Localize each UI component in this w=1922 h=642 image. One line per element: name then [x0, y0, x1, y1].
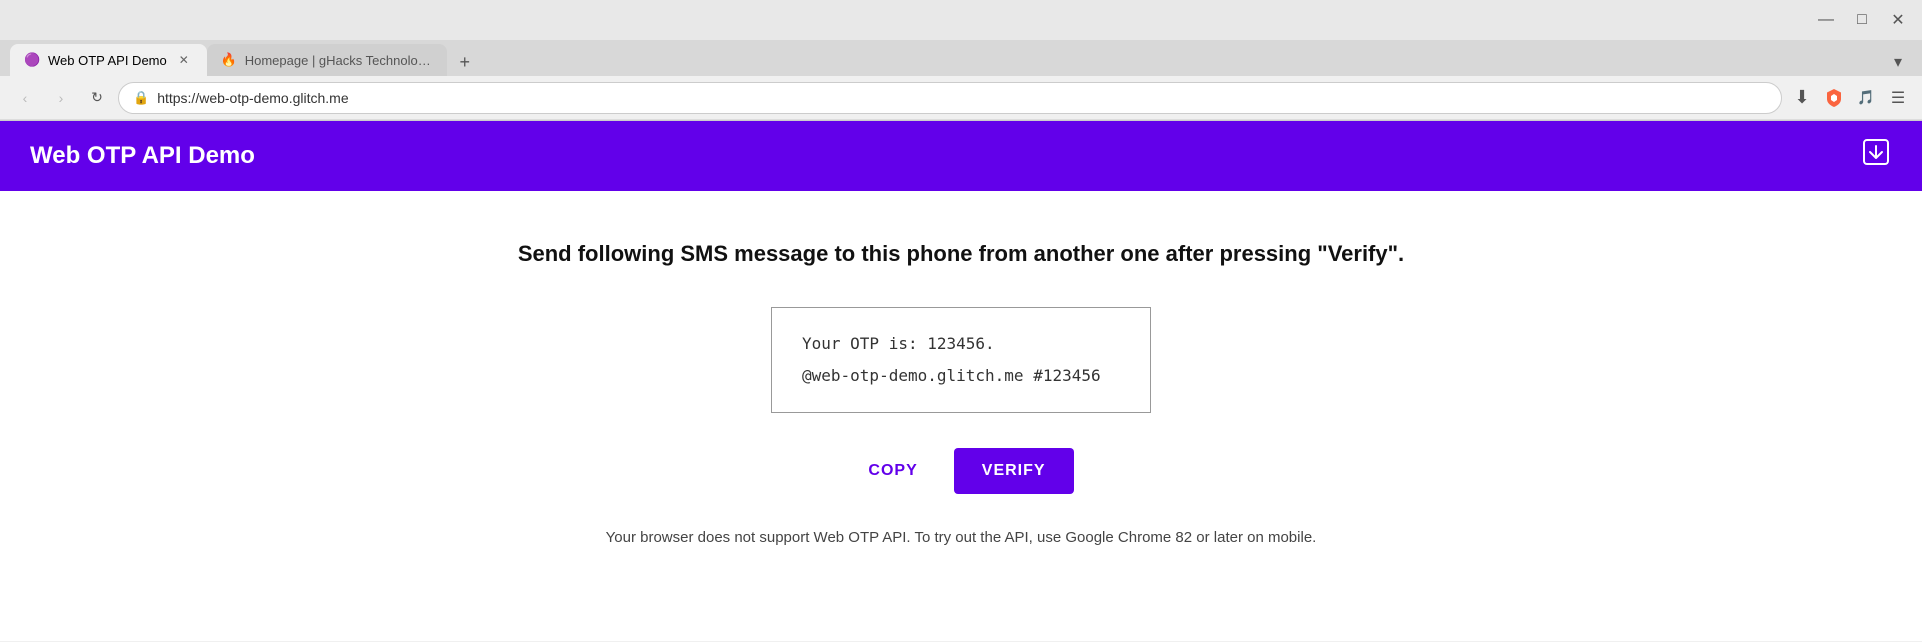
sms-line-1: Your OTP is: 123456. [802, 328, 1120, 360]
nav-right-controls: ⬇ 🎵 ☰ [1788, 84, 1912, 112]
new-tab-button[interactable]: + [451, 48, 479, 76]
tab-title-2: Homepage | gHacks Technology News [245, 53, 433, 68]
download-icon[interactable]: ⬇ [1788, 84, 1816, 112]
tab-dropdown-button[interactable]: ▾ [1884, 48, 1912, 76]
tabs-bar: 🟣 Web OTP API Demo ✕ 🔥 Homepage | gHacks… [0, 40, 1922, 76]
page-wrapper: Web OTP API Demo Send following SMS mess… [0, 121, 1922, 641]
window-controls: — □ ✕ [1812, 6, 1912, 34]
sms-message-box: Your OTP is: 123456. @web-otp-demo.glitc… [771, 307, 1151, 413]
brave-logo-svg [1823, 87, 1845, 109]
address-text: https://web-otp-demo.glitch.me [157, 90, 1767, 106]
back-button[interactable]: ‹ [10, 83, 40, 113]
forward-button[interactable]: › [46, 83, 76, 113]
tab-ghacks[interactable]: 🔥 Homepage | gHacks Technology News [207, 44, 447, 76]
close-button[interactable]: ✕ [1884, 6, 1912, 34]
page-content: Send following SMS message to this phone… [0, 191, 1922, 641]
reload-button[interactable]: ↻ [82, 83, 112, 113]
maximize-button[interactable]: □ [1848, 6, 1876, 34]
title-bar: — □ ✕ [0, 0, 1922, 40]
nav-bar: ‹ › ↻ 🔒 https://web-otp-demo.glitch.me ⬇… [0, 76, 1922, 120]
minimize-button[interactable]: — [1812, 6, 1840, 34]
tab-webotp[interactable]: 🟣 Web OTP API Demo ✕ [10, 44, 207, 76]
verify-button[interactable]: VERIFY [954, 448, 1074, 494]
tab-favicon-2: 🔥 [221, 52, 237, 68]
brave-shield-icon[interactable] [1820, 84, 1848, 112]
instruction-text: Send following SMS message to this phone… [518, 241, 1404, 267]
copy-button[interactable]: COPY [848, 452, 937, 490]
media-button[interactable]: 🎵 [1852, 84, 1880, 112]
sms-line-2: @web-otp-demo.glitch.me #123456 [802, 360, 1120, 392]
browser-chrome: — □ ✕ 🟣 Web OTP API Demo ✕ 🔥 Homepage | … [0, 0, 1922, 121]
tab-title-1: Web OTP API Demo [48, 53, 167, 68]
action-buttons: COPY VERIFY [848, 448, 1073, 494]
tab-favicon-1: 🟣 [24, 52, 40, 68]
install-icon[interactable] [1860, 136, 1892, 176]
page-title: Web OTP API Demo [30, 142, 255, 170]
tab-close-1[interactable]: ✕ [175, 51, 193, 69]
page-header: Web OTP API Demo [0, 121, 1922, 191]
menu-button[interactable]: ☰ [1884, 84, 1912, 112]
support-notice: Your browser does not support Web OTP AP… [606, 529, 1317, 546]
address-bar[interactable]: 🔒 https://web-otp-demo.glitch.me [118, 82, 1782, 114]
lock-icon: 🔒 [133, 90, 149, 106]
